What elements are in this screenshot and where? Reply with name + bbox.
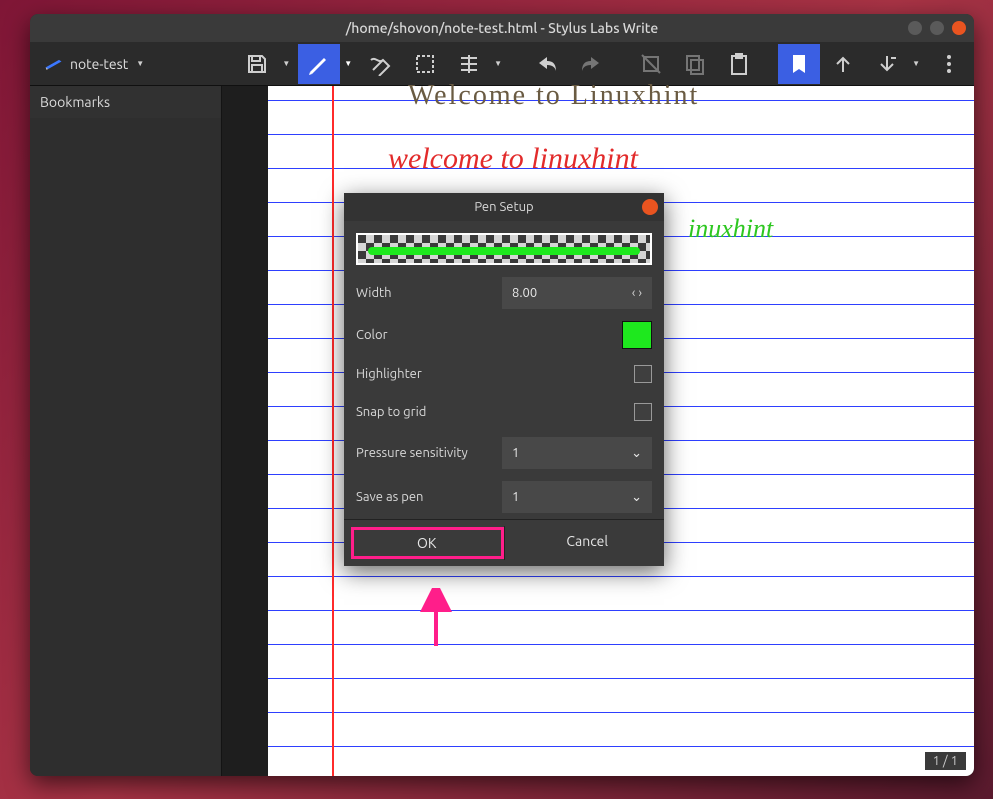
chevron-down-icon[interactable]: ▼ bbox=[912, 59, 920, 68]
pen-setup-dialog: Pen Setup Width 8.00 ‹ › Color Highlight… bbox=[344, 193, 664, 566]
insert-space-icon bbox=[457, 52, 481, 76]
document-tab[interactable]: note-test ▼ bbox=[34, 52, 160, 76]
eraser-icon bbox=[369, 52, 393, 76]
cancel-label: Cancel bbox=[566, 533, 608, 549]
dialog-title: Pen Setup bbox=[474, 200, 533, 214]
width-increase[interactable]: › bbox=[638, 286, 642, 300]
up-icon bbox=[831, 52, 855, 76]
chevron-down-icon: ▼ bbox=[136, 59, 144, 68]
saveas-row: Save as pen 1 ⌄ bbox=[344, 475, 664, 519]
pen-icon bbox=[307, 52, 331, 76]
snap-label: Snap to grid bbox=[356, 405, 626, 419]
ok-label: OK bbox=[417, 535, 436, 551]
menu-button[interactable] bbox=[928, 44, 970, 84]
eraser-button[interactable] bbox=[360, 44, 402, 84]
preview-stroke bbox=[368, 247, 640, 255]
minimize-button[interactable] bbox=[908, 21, 922, 35]
chevron-down-icon[interactable]: ▼ bbox=[282, 59, 290, 68]
annotation-arrow bbox=[416, 588, 456, 648]
chevron-down-icon[interactable]: ▼ bbox=[494, 59, 502, 68]
color-label: Color bbox=[356, 328, 614, 342]
pressure-select[interactable]: 1 ⌄ bbox=[502, 437, 652, 469]
handwriting-line-2: welcome to linuxhint bbox=[388, 142, 638, 176]
menu-icon bbox=[937, 52, 961, 76]
snap-row: Snap to grid bbox=[344, 393, 664, 431]
select-button[interactable] bbox=[404, 44, 446, 84]
bookmark-icon bbox=[787, 52, 811, 76]
down-sort-icon bbox=[875, 52, 899, 76]
color-row: Color bbox=[344, 315, 664, 355]
insert-space-button[interactable] bbox=[448, 44, 490, 84]
width-row: Width 8.00 ‹ › bbox=[344, 271, 664, 315]
page-indicator: 1 / 1 bbox=[925, 752, 966, 770]
dialog-close-button[interactable] bbox=[642, 199, 658, 215]
width-decrease[interactable]: ‹ bbox=[632, 286, 636, 300]
select-icon bbox=[413, 52, 437, 76]
handwriting-line-1: Welcome to Linuxhint bbox=[408, 80, 699, 112]
highlighter-row: Highlighter bbox=[344, 355, 664, 393]
close-button[interactable] bbox=[952, 21, 966, 35]
dialog-titlebar: Pen Setup bbox=[344, 193, 664, 221]
ok-button[interactable]: OK bbox=[350, 526, 505, 560]
undo-button[interactable] bbox=[526, 44, 568, 84]
snap-checkbox[interactable] bbox=[634, 403, 652, 421]
width-label: Width bbox=[356, 286, 494, 300]
copy-button[interactable] bbox=[674, 44, 716, 84]
save-button[interactable] bbox=[236, 44, 278, 84]
redo-button[interactable] bbox=[570, 44, 612, 84]
window-controls bbox=[908, 21, 966, 35]
titlebar: /home/shovon/note-test.html - Stylus Lab… bbox=[30, 14, 974, 42]
saveas-value: 1 bbox=[512, 490, 519, 504]
clipboard-copy-icon bbox=[683, 52, 707, 76]
pen-tool-button[interactable] bbox=[298, 44, 340, 84]
sidebar: Bookmarks bbox=[30, 86, 222, 776]
highlighter-checkbox[interactable] bbox=[634, 365, 652, 383]
pressure-row: Pressure sensitivity 1 ⌄ bbox=[344, 431, 664, 475]
margin-line bbox=[332, 86, 334, 776]
window-title: /home/shovon/note-test.html - Stylus Lab… bbox=[346, 20, 659, 36]
page-up-button[interactable] bbox=[822, 44, 864, 84]
redo-icon bbox=[579, 52, 603, 76]
paste-button[interactable] bbox=[718, 44, 760, 84]
sidebar-header: Bookmarks bbox=[30, 86, 221, 118]
maximize-button[interactable] bbox=[930, 21, 944, 35]
stroke-preview bbox=[356, 233, 652, 265]
chevron-down-icon: ⌄ bbox=[631, 490, 642, 505]
cancel-button[interactable]: Cancel bbox=[511, 520, 665, 562]
sidebar-content[interactable] bbox=[30, 118, 221, 776]
page-down-button[interactable] bbox=[866, 44, 908, 84]
pen-icon bbox=[44, 56, 64, 72]
width-field[interactable]: 8.00 ‹ › bbox=[502, 277, 652, 309]
undo-icon bbox=[535, 52, 559, 76]
cut-button[interactable] bbox=[630, 44, 672, 84]
bookmark-button[interactable] bbox=[778, 44, 820, 84]
pressure-value: 1 bbox=[512, 446, 519, 460]
highlighter-label: Highlighter bbox=[356, 367, 626, 381]
saveas-label: Save as pen bbox=[356, 490, 494, 504]
saveas-select[interactable]: 1 ⌄ bbox=[502, 481, 652, 513]
clipboard-paste-icon bbox=[727, 52, 751, 76]
pressure-label: Pressure sensitivity bbox=[356, 446, 494, 460]
chevron-down-icon[interactable]: ▼ bbox=[344, 59, 352, 68]
handwriting-line-3: inuxhint bbox=[688, 214, 773, 244]
save-icon bbox=[245, 52, 269, 76]
clipboard-cut-icon bbox=[639, 52, 663, 76]
doc-tab-label: note-test bbox=[70, 56, 128, 72]
chevron-down-icon: ⌄ bbox=[631, 446, 642, 461]
width-value: 8.00 bbox=[512, 286, 537, 300]
color-swatch[interactable] bbox=[622, 321, 652, 349]
dialog-buttons: OK Cancel bbox=[344, 519, 664, 566]
